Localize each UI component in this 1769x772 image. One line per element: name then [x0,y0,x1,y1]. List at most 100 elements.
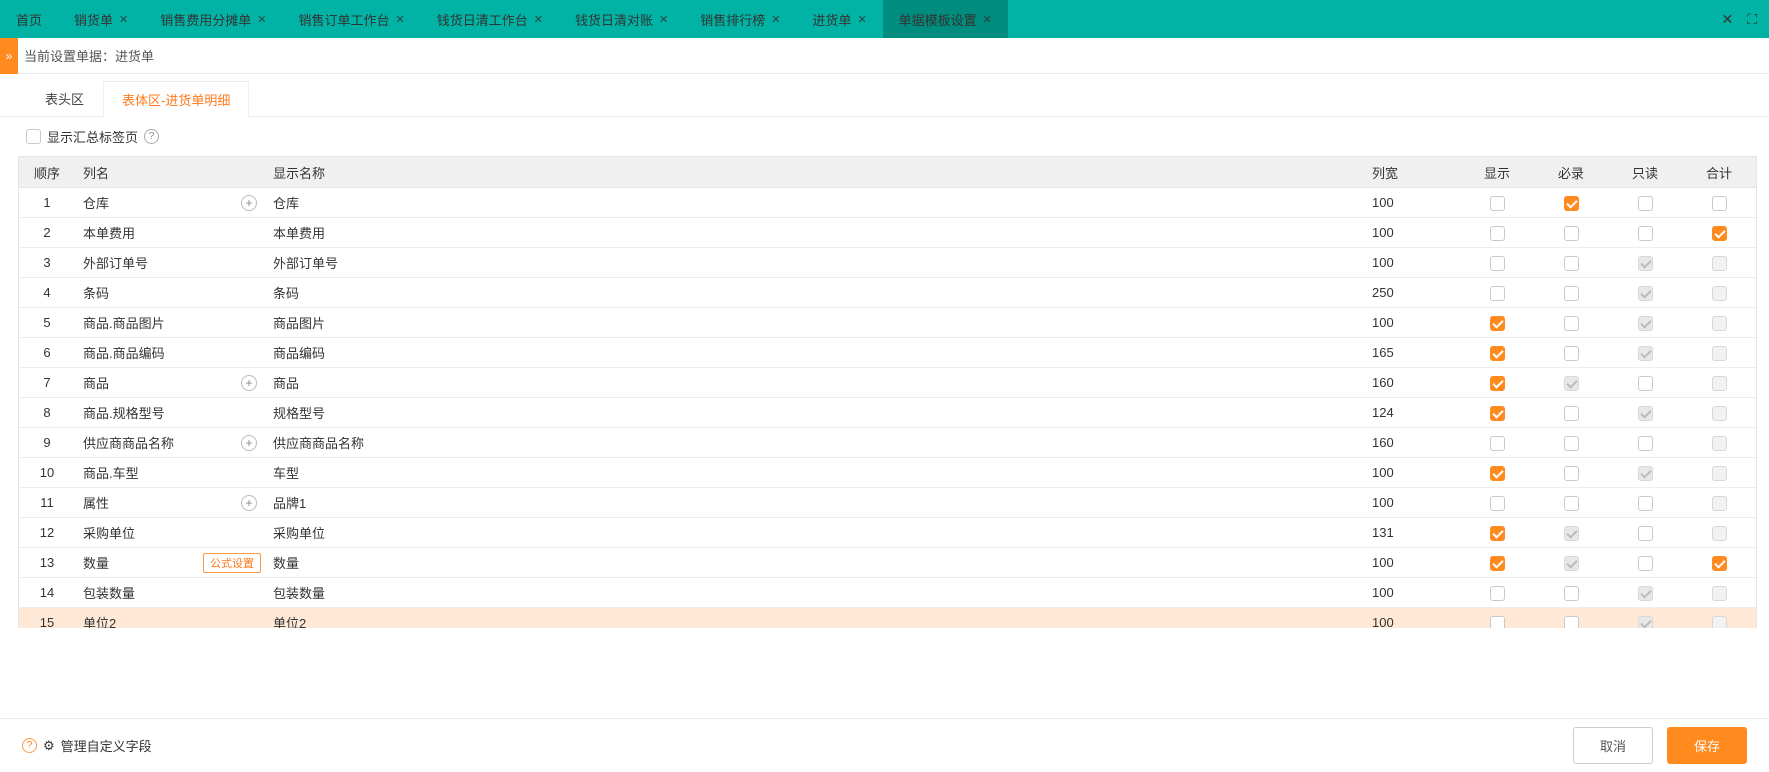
show-checkbox[interactable] [1490,196,1505,211]
cell-width[interactable]: 100 [1364,225,1460,240]
top-tab[interactable]: 销售费用分摊单✕ [144,0,282,38]
cell-width[interactable]: 100 [1364,465,1460,480]
fullscreen-icon[interactable]: ⛶ [1747,11,1757,28]
add-icon[interactable]: + [241,195,257,211]
cell-display-name[interactable]: 供应商商品名称 [265,433,1364,452]
req-checkbox[interactable] [1564,436,1579,451]
table-row[interactable]: 13数量公式设置数量100 [19,548,1756,578]
cell-width[interactable]: 100 [1364,195,1460,210]
table-row[interactable]: 4条码条码250 [19,278,1756,308]
cell-width[interactable]: 100 [1364,255,1460,270]
top-tab[interactable]: 钱货日清工作台✕ [421,0,559,38]
table-row[interactable]: 6商品.商品编码商品编码165 [19,338,1756,368]
table-row[interactable]: 12采购单位采购单位131 [19,518,1756,548]
ro-checkbox[interactable] [1638,526,1653,541]
tot-checkbox[interactable] [1712,556,1727,571]
show-checkbox[interactable] [1490,556,1505,571]
show-checkbox[interactable] [1490,406,1505,421]
ro-checkbox[interactable] [1638,196,1653,211]
req-checkbox[interactable] [1564,406,1579,421]
req-checkbox[interactable] [1564,256,1579,271]
req-checkbox[interactable] [1564,466,1579,481]
top-tab[interactable]: 钱货日清对账✕ [559,0,684,38]
top-tab[interactable]: 首页 [0,0,58,38]
add-icon[interactable]: + [241,435,257,451]
cell-display-name[interactable]: 规格型号 [265,403,1364,422]
cell-display-name[interactable]: 品牌1 [265,493,1364,512]
top-tab[interactable]: 销售订单工作台✕ [282,0,420,38]
close-icon[interactable]: ✕ [983,13,992,26]
ro-checkbox[interactable] [1638,226,1653,241]
help-icon[interactable]: ? [144,129,159,144]
close-icon[interactable]: ✕ [771,13,780,26]
table-row[interactable]: 15单位2单位2100 [19,608,1756,628]
req-checkbox[interactable] [1564,316,1579,331]
close-icon[interactable]: ✕ [659,13,668,26]
save-button[interactable]: 保存 [1667,727,1747,764]
show-checkbox[interactable] [1490,376,1505,391]
cell-display-name[interactable]: 商品图片 [265,313,1364,332]
show-checkbox[interactable] [1490,586,1505,601]
cell-display-name[interactable]: 采购单位 [265,523,1364,542]
manage-custom-fields-link[interactable]: ? ⚙ 管理自定义字段 [22,736,152,755]
req-checkbox[interactable] [1564,496,1579,511]
table-row[interactable]: 5商品.商品图片商品图片100 [19,308,1756,338]
cell-width[interactable]: 124 [1364,405,1460,420]
cell-width[interactable]: 100 [1364,495,1460,510]
close-icon[interactable]: ✕ [534,13,543,26]
ro-checkbox[interactable] [1638,436,1653,451]
close-icon[interactable]: ✕ [857,13,866,26]
req-checkbox[interactable] [1564,346,1579,361]
cell-display-name[interactable]: 商品编码 [265,343,1364,362]
cell-width[interactable]: 100 [1364,315,1460,330]
inner-tab[interactable]: 表体区-进货单明细 [103,81,249,117]
close-icon[interactable]: ✕ [396,13,405,26]
tot-checkbox[interactable] [1712,226,1727,241]
cell-width[interactable]: 131 [1364,525,1460,540]
top-tab[interactable]: 销货单✕ [58,0,144,38]
add-icon[interactable]: + [241,495,257,511]
table-row[interactable]: 1仓库+仓库100 [19,188,1756,218]
cell-width[interactable]: 165 [1364,345,1460,360]
cell-width[interactable]: 160 [1364,375,1460,390]
close-all-icon[interactable]: ✕ [1721,11,1733,28]
table-row[interactable]: 11属性+品牌1100 [19,488,1756,518]
cell-display-name[interactable]: 条码 [265,283,1364,302]
show-checkbox[interactable] [1490,346,1505,361]
show-checkbox[interactable] [1490,226,1505,241]
table-row[interactable]: 14包装数量包装数量100 [19,578,1756,608]
top-tab[interactable]: 进货单✕ [796,0,882,38]
show-checkbox[interactable] [1490,436,1505,451]
req-checkbox[interactable] [1564,196,1579,211]
cell-display-name[interactable]: 商品 [265,373,1364,392]
close-icon[interactable]: ✕ [257,13,266,26]
show-checkbox[interactable] [1490,286,1505,301]
cell-display-name[interactable]: 车型 [265,463,1364,482]
cell-display-name[interactable]: 本单费用 [265,223,1364,242]
req-checkbox[interactable] [1564,226,1579,241]
req-checkbox[interactable] [1564,616,1579,628]
table-row[interactable]: 10商品.车型车型100 [19,458,1756,488]
cell-width[interactable]: 100 [1364,615,1460,628]
add-icon[interactable]: + [241,375,257,391]
cell-display-name[interactable]: 数量 [265,553,1364,572]
table-row[interactable]: 9供应商商品名称+供应商商品名称160 [19,428,1756,458]
tot-checkbox[interactable] [1712,196,1727,211]
req-checkbox[interactable] [1564,286,1579,301]
ro-checkbox[interactable] [1638,376,1653,391]
cell-width[interactable]: 100 [1364,585,1460,600]
show-checkbox[interactable] [1490,316,1505,331]
cell-display-name[interactable]: 仓库 [265,193,1364,212]
ro-checkbox[interactable] [1638,496,1653,511]
show-checkbox[interactable] [1490,526,1505,541]
cell-width[interactable]: 160 [1364,435,1460,450]
cell-width[interactable]: 100 [1364,555,1460,570]
top-tab[interactable]: 销售排行榜✕ [684,0,796,38]
table-row[interactable]: 2本单费用本单费用100 [19,218,1756,248]
table-row[interactable]: 3外部订单号外部订单号100 [19,248,1756,278]
cell-display-name[interactable]: 包装数量 [265,583,1364,602]
show-checkbox[interactable] [1490,466,1505,481]
close-icon[interactable]: ✕ [119,13,128,26]
cell-width[interactable]: 250 [1364,285,1460,300]
table-row[interactable]: 7商品+商品160 [19,368,1756,398]
